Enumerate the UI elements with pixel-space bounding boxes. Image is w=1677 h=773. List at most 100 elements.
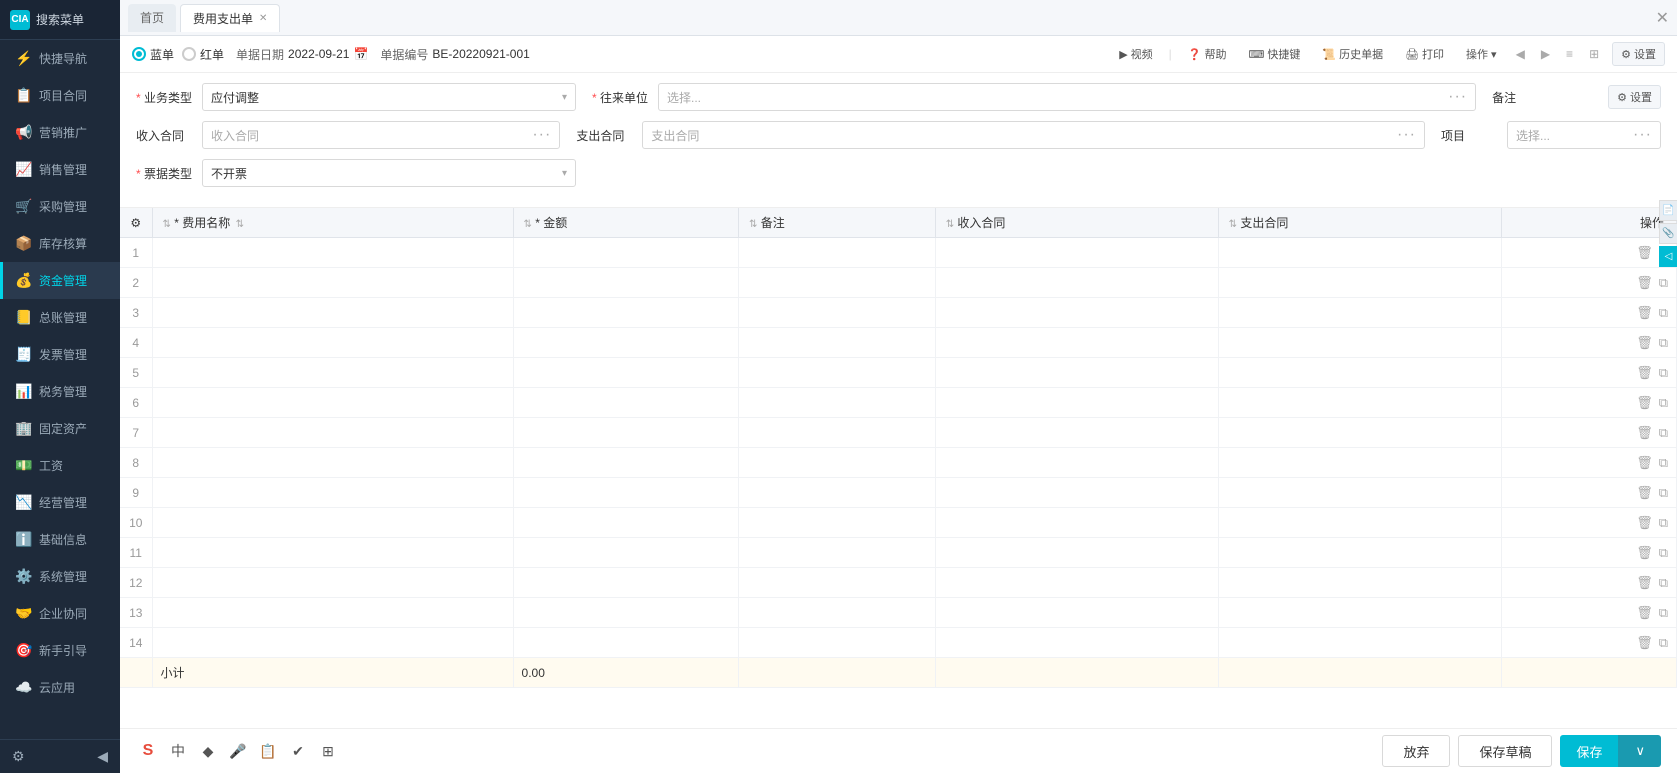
cell-expense-contract[interactable]	[1218, 478, 1501, 508]
sidebar-item-quick-nav[interactable]: ⚡ 快捷导航	[0, 40, 120, 77]
cell-expense-name[interactable]	[152, 448, 513, 478]
cell-income-contract[interactable]	[935, 298, 1218, 328]
tab-expense-form[interactable]: 费用支出单 ✕	[180, 4, 280, 32]
cell-amount[interactable]	[513, 598, 738, 628]
cell-expense-contract[interactable]	[1218, 358, 1501, 388]
cell-note[interactable]	[738, 388, 935, 418]
view-grid-icon[interactable]: ⊞	[1586, 47, 1602, 61]
cell-income-contract[interactable]	[935, 268, 1218, 298]
cell-note[interactable]	[738, 508, 935, 538]
save-main-button[interactable]: 保存	[1560, 735, 1619, 767]
cell-expense-name[interactable]	[152, 238, 513, 268]
table-settings-icon[interactable]: ⚙	[130, 216, 141, 230]
delete-icon[interactable]: 🗑	[1636, 275, 1653, 291]
video-button[interactable]: ▶ 视频	[1113, 44, 1158, 64]
cell-note[interactable]	[738, 598, 935, 628]
side-icon-3[interactable]: ◁	[1659, 246, 1677, 267]
cell-income-contract[interactable]	[935, 448, 1218, 478]
print-button[interactable]: 🖨 打印	[1399, 44, 1450, 64]
delete-icon[interactable]: 🗑	[1636, 305, 1653, 321]
cell-expense-name[interactable]	[152, 268, 513, 298]
sidebar-item-invoice[interactable]: 🧾 发票管理	[0, 336, 120, 373]
copy-icon[interactable]: ⧉	[1659, 365, 1668, 381]
cell-expense-contract[interactable]	[1218, 418, 1501, 448]
copy-icon[interactable]: ⧉	[1659, 515, 1668, 531]
note-sort-icon[interactable]: ⇅	[749, 219, 757, 230]
cell-amount[interactable]	[513, 418, 738, 448]
cell-amount[interactable]	[513, 508, 738, 538]
cell-expense-name[interactable]	[152, 568, 513, 598]
business-type-input[interactable]: 应付调整 ▾	[202, 83, 576, 111]
delete-icon[interactable]: 🗑	[1636, 425, 1653, 441]
cell-expense-contract[interactable]	[1218, 298, 1501, 328]
sidebar-item-marketing[interactable]: 📢 营销推广	[0, 114, 120, 151]
copy-icon[interactable]: ⧉	[1659, 425, 1668, 441]
delete-icon[interactable]: 🗑	[1636, 335, 1653, 351]
copy-icon[interactable]: ⧉	[1659, 395, 1668, 411]
nav-prev-icon[interactable]: ◀	[1513, 47, 1528, 61]
cell-income-contract[interactable]	[935, 568, 1218, 598]
cell-income-contract[interactable]	[935, 538, 1218, 568]
cell-expense-contract[interactable]	[1218, 598, 1501, 628]
cell-note[interactable]	[738, 358, 935, 388]
shortcut-button[interactable]: ⌨ 快捷键	[1242, 44, 1306, 64]
save-dropdown-button[interactable]: ∨	[1619, 735, 1661, 767]
sort-down-icon[interactable]: ⇅	[236, 219, 244, 230]
sort-up-icon[interactable]: ⇅	[163, 219, 171, 230]
cell-income-contract[interactable]	[935, 358, 1218, 388]
cell-expense-name[interactable]	[152, 538, 513, 568]
clipboard-icon[interactable]: 📋	[256, 739, 280, 763]
delete-icon[interactable]: 🗑	[1636, 515, 1653, 531]
radio-red[interactable]: 红单	[182, 46, 224, 63]
sidebar-item-accounting[interactable]: 📒 总账管理	[0, 299, 120, 336]
sidebar-item-sales[interactable]: 📈 销售管理	[0, 151, 120, 188]
help-button[interactable]: ❓ 帮助	[1182, 44, 1233, 64]
cell-note[interactable]	[738, 628, 935, 658]
discard-button[interactable]: 放弃	[1382, 735, 1450, 767]
cell-expense-contract[interactable]	[1218, 538, 1501, 568]
cell-expense-name[interactable]	[152, 628, 513, 658]
history-button[interactable]: 📜 历史单据	[1316, 44, 1389, 64]
view-list-icon[interactable]: ≡	[1563, 47, 1576, 61]
copy-icon[interactable]: ⧉	[1659, 455, 1668, 471]
calendar-icon[interactable]: 📅	[353, 47, 368, 61]
form-settings-button[interactable]: ⚙ 设置	[1608, 85, 1661, 109]
cell-expense-name[interactable]	[152, 298, 513, 328]
cell-expense-contract[interactable]	[1218, 238, 1501, 268]
copy-icon[interactable]: ⧉	[1659, 335, 1668, 351]
cell-income-contract[interactable]	[935, 328, 1218, 358]
sidebar-item-tax[interactable]: 📊 税务管理	[0, 373, 120, 410]
sidebar-item-beginner[interactable]: 🎯 新手引导	[0, 632, 120, 669]
settings-button[interactable]: ⚙ 设置	[1612, 42, 1665, 66]
copy-icon[interactable]: ⧉	[1659, 275, 1668, 291]
delete-icon[interactable]: 🗑	[1636, 395, 1653, 411]
tab-close-icon[interactable]: ✕	[259, 13, 267, 24]
income-contract-input[interactable]: 收入合同 ···	[202, 121, 560, 149]
cell-amount[interactable]	[513, 568, 738, 598]
cell-income-contract[interactable]	[935, 418, 1218, 448]
cell-expense-name[interactable]	[152, 388, 513, 418]
sidebar-item-basic-info[interactable]: ℹ️ 基础信息	[0, 521, 120, 558]
cell-expense-name[interactable]	[152, 478, 513, 508]
sidebar-item-purchase[interactable]: 🛒 采购管理	[0, 188, 120, 225]
cell-note[interactable]	[738, 418, 935, 448]
cell-expense-name[interactable]	[152, 418, 513, 448]
cell-income-contract[interactable]	[935, 508, 1218, 538]
settings-icon[interactable]: ⚙	[12, 748, 25, 765]
copy-icon[interactable]: ⧉	[1659, 305, 1668, 321]
cell-expense-contract[interactable]	[1218, 388, 1501, 418]
cell-income-contract[interactable]	[935, 628, 1218, 658]
copy-icon[interactable]: ⧉	[1659, 485, 1668, 501]
cell-note[interactable]	[738, 268, 935, 298]
cell-amount[interactable]	[513, 478, 738, 508]
cell-amount[interactable]	[513, 448, 738, 478]
cell-expense-contract[interactable]	[1218, 508, 1501, 538]
sidebar-item-capital[interactable]: 💰 资金管理	[0, 262, 120, 299]
copy-icon[interactable]: ⧉	[1659, 575, 1668, 591]
invoice-type-input[interactable]: 不开票 ▾	[202, 159, 576, 187]
cell-amount[interactable]	[513, 268, 738, 298]
cell-amount[interactable]	[513, 538, 738, 568]
expense-contract-input[interactable]: 支出合同 ···	[642, 121, 1425, 149]
income-sort-icon[interactable]: ⇅	[946, 219, 954, 230]
cell-income-contract[interactable]	[935, 478, 1218, 508]
